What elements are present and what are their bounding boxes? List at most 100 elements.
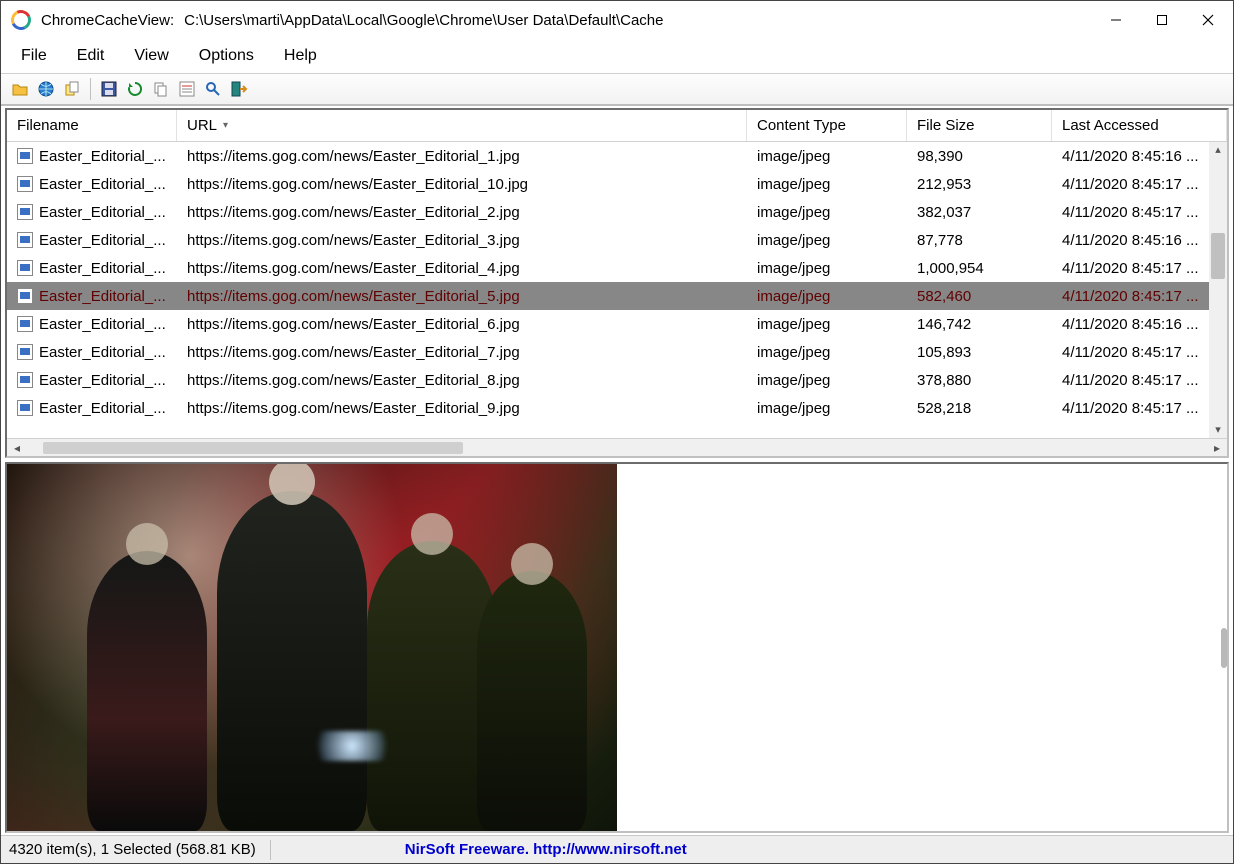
table-row[interactable]: Easter_Editorial_... https://items.gog.co… <box>7 226 1227 254</box>
cell-filename: Easter_Editorial_... <box>39 204 166 221</box>
cell-filename: Easter_Editorial_... <box>39 316 166 333</box>
cell-url: https://items.gog.com/news/Easter_Editor… <box>177 344 747 361</box>
scroll-left-icon[interactable]: ◂ <box>9 441 25 455</box>
table-row[interactable]: Easter_Editorial_... https://items.gog.co… <box>7 198 1227 226</box>
cell-content-type: image/jpeg <box>747 176 907 193</box>
minimize-button[interactable] <box>1093 4 1139 36</box>
toolbar-separator <box>90 78 91 100</box>
cell-file-size: 528,218 <box>907 400 1052 417</box>
table-row[interactable]: Easter_Editorial_...https://items.gog.co… <box>7 366 1227 394</box>
cell-file-size: 1,000,954 <box>907 260 1052 277</box>
open-icon[interactable] <box>9 78 31 100</box>
status-text: 4320 item(s), 1 Selected (568.81 KB) <box>9 841 256 858</box>
cell-file-size: 382,037 <box>907 204 1052 221</box>
horizontal-scrollbar[interactable]: ◂ ▸ <box>7 438 1227 456</box>
cell-content-type: image/jpeg <box>747 400 907 417</box>
cell-filename: Easter_Editorial_... <box>39 344 166 361</box>
cell-content-type: image/jpeg <box>747 372 907 389</box>
properties-icon[interactable] <box>176 78 198 100</box>
table-row[interactable]: Easter_Editorial_...https://items.gog.co… <box>7 170 1227 198</box>
menu-help[interactable]: Help <box>270 43 331 69</box>
cell-url: https://items.gog.com/news/Easter_Editor… <box>177 288 747 305</box>
column-last-accessed[interactable]: Last Accessed <box>1052 110 1227 141</box>
sort-indicator-icon: ▾ <box>223 120 228 131</box>
file-icon <box>17 176 33 192</box>
file-icon <box>17 204 33 220</box>
cell-url: https://items.gog.com/news/Easter_Editor… <box>177 148 747 165</box>
cell-filename: Easter_Editorial_... <box>39 372 166 389</box>
menu-file[interactable]: File <box>7 43 61 69</box>
menu-options[interactable]: Options <box>185 43 268 69</box>
cell-last-accessed: 4/11/2020 8:45:16 ... <box>1052 232 1227 249</box>
cell-url: https://items.gog.com/news/Easter_Editor… <box>177 232 747 249</box>
file-icon <box>17 288 33 304</box>
table-row[interactable]: Easter_Editorial_... https://items.gog.co… <box>7 310 1227 338</box>
cell-url: https://items.gog.com/news/Easter_Editor… <box>177 316 747 333</box>
cell-filename: Easter_Editorial_... <box>39 288 166 305</box>
scroll-right-icon[interactable]: ▸ <box>1209 441 1225 455</box>
cell-last-accessed: 4/11/2020 8:45:16 ... <box>1052 316 1227 333</box>
column-url-label: URL <box>187 117 217 134</box>
title-bar: ChromeCacheView: C:\Users\marti\AppData\… <box>1 1 1233 39</box>
cell-last-accessed: 4/11/2020 8:45:17 ... <box>1052 176 1227 193</box>
app-icon <box>11 10 31 30</box>
copy-icon[interactable] <box>150 78 172 100</box>
cell-url: https://items.gog.com/news/Easter_Editor… <box>177 260 747 277</box>
refresh-icon[interactable] <box>124 78 146 100</box>
vertical-scrollbar[interactable]: ▴ ▾ <box>1209 142 1227 438</box>
status-credit[interactable]: NirSoft Freeware. http://www.nirsoft.net <box>405 841 687 858</box>
save-icon[interactable] <box>98 78 120 100</box>
menu-bar: File Edit View Options Help <box>1 39 1233 74</box>
cell-file-size: 146,742 <box>907 316 1052 333</box>
menu-edit[interactable]: Edit <box>63 43 119 69</box>
cell-content-type: image/jpeg <box>747 232 907 249</box>
cell-filename: Easter_Editorial_... <box>39 232 166 249</box>
cell-last-accessed: 4/11/2020 8:45:16 ... <box>1052 148 1227 165</box>
file-icon <box>17 232 33 248</box>
table-row[interactable]: Easter_Editorial_...https://items.gog.co… <box>7 142 1227 170</box>
grid-header: Filename URL ▾ Content Type File Size La… <box>7 110 1227 142</box>
file-icon <box>17 316 33 332</box>
cell-content-type: image/jpeg <box>747 148 907 165</box>
file-icon <box>17 400 33 416</box>
copy-files-icon[interactable] <box>61 78 83 100</box>
preview-pane <box>5 462 1229 833</box>
menu-view[interactable]: View <box>120 43 182 69</box>
file-icon <box>17 372 33 388</box>
close-button[interactable] <box>1185 4 1231 36</box>
scroll-up-icon[interactable]: ▴ <box>1209 142 1227 158</box>
column-url[interactable]: URL ▾ <box>177 110 747 141</box>
globe-icon[interactable] <box>35 78 57 100</box>
cell-content-type: image/jpeg <box>747 260 907 277</box>
cell-file-size: 212,953 <box>907 176 1052 193</box>
cache-path: C:\Users\marti\AppData\Local\Google\Chro… <box>184 12 663 29</box>
file-icon <box>17 344 33 360</box>
cell-last-accessed: 4/11/2020 8:45:17 ... <box>1052 260 1227 277</box>
cell-file-size: 98,390 <box>907 148 1052 165</box>
h-scroll-thumb[interactable] <box>43 442 463 454</box>
column-content-type[interactable]: Content Type <box>747 110 907 141</box>
file-icon <box>17 260 33 276</box>
cell-url: https://items.gog.com/news/Easter_Editor… <box>177 204 747 221</box>
scroll-down-icon[interactable]: ▾ <box>1209 422 1227 438</box>
exit-icon[interactable] <box>228 78 250 100</box>
maximize-button[interactable] <box>1139 4 1185 36</box>
file-icon <box>17 148 33 164</box>
cell-filename: Easter_Editorial_... <box>39 400 166 417</box>
column-file-size[interactable]: File Size <box>907 110 1052 141</box>
table-row[interactable]: Easter_Editorial_...https://items.gog.co… <box>7 394 1227 422</box>
toolbar <box>1 74 1233 106</box>
table-row[interactable]: Easter_Editorial_... https://items.gog.co… <box>7 282 1227 310</box>
status-divider <box>270 840 271 860</box>
table-row[interactable]: Easter_Editorial_...https://items.gog.co… <box>7 254 1227 282</box>
column-filename[interactable]: Filename <box>7 110 177 141</box>
cell-last-accessed: 4/11/2020 8:45:17 ... <box>1052 288 1227 305</box>
preview-scrollbar[interactable] <box>1219 464 1227 831</box>
scroll-thumb[interactable] <box>1211 233 1225 279</box>
cell-file-size: 378,880 <box>907 372 1052 389</box>
find-icon[interactable] <box>202 78 224 100</box>
table-row[interactable]: Easter_Editorial_... https://items.gog.co… <box>7 338 1227 366</box>
cell-filename: Easter_Editorial_... <box>39 176 166 193</box>
cell-file-size: 105,893 <box>907 344 1052 361</box>
grid-body[interactable]: Easter_Editorial_... https://items.gog.co… <box>7 142 1227 438</box>
